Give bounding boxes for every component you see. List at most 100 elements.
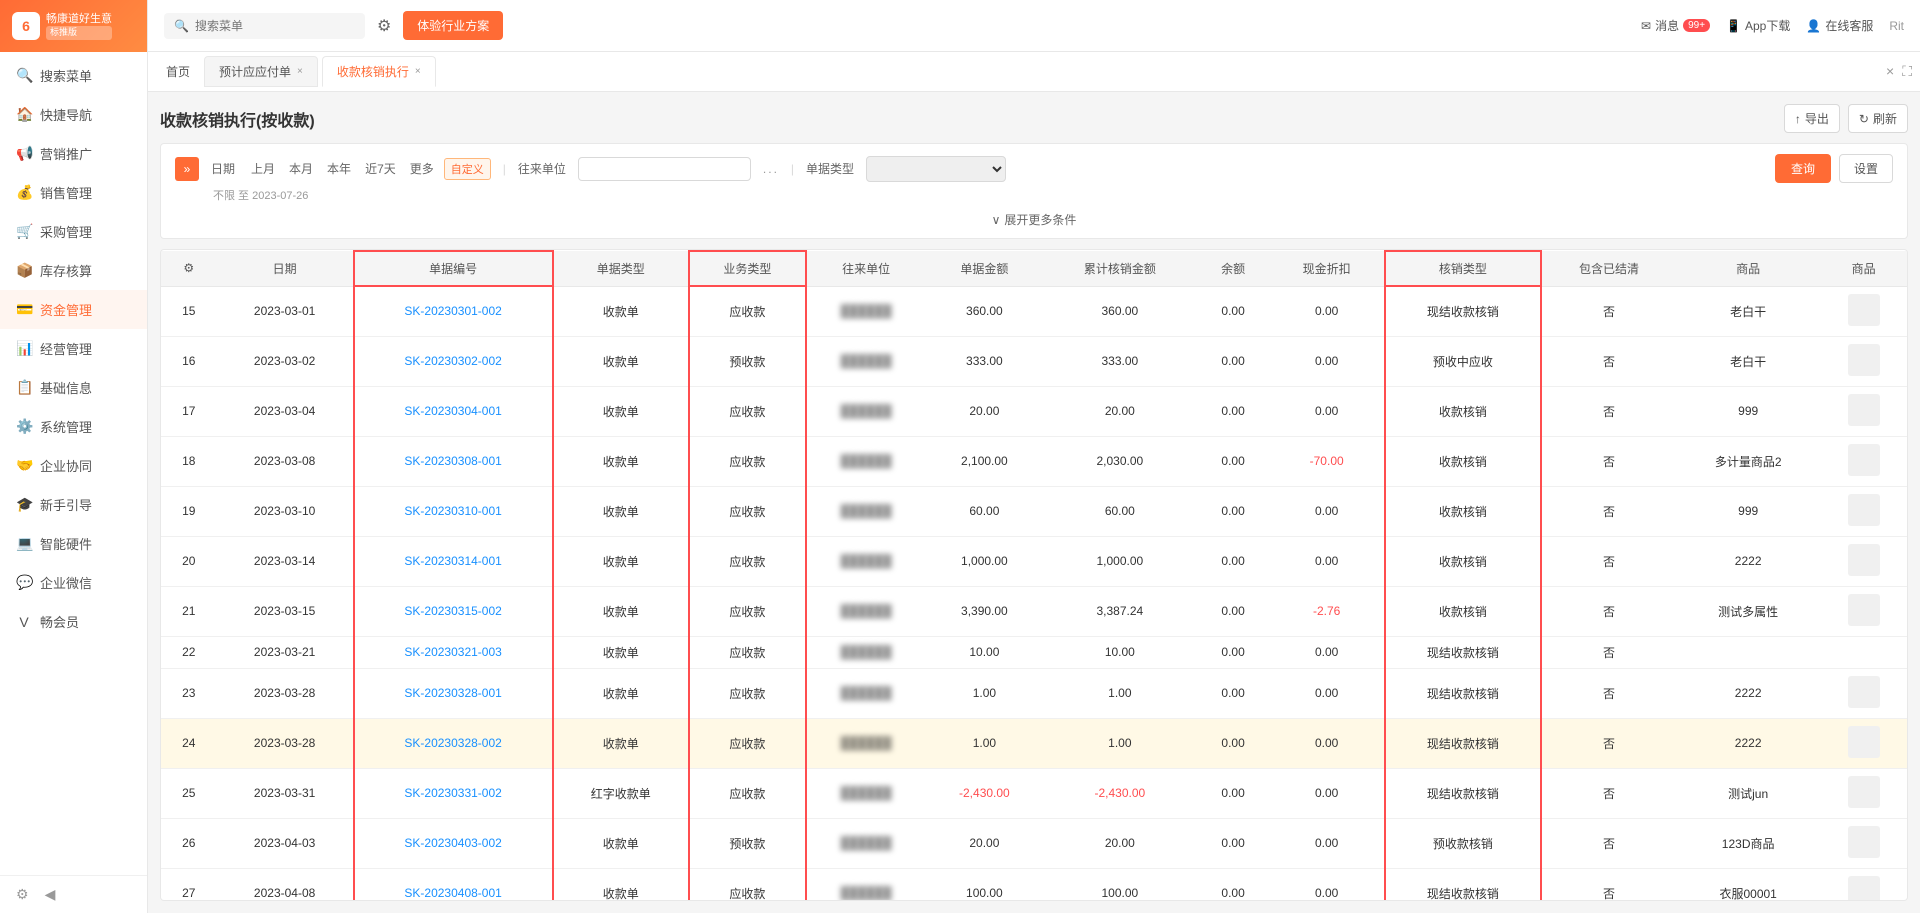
doc-no-link[interactable]: SK-20230321-003 xyxy=(404,645,501,659)
cell-partner: ██████ xyxy=(806,868,926,901)
cell-partner: ██████ xyxy=(806,718,926,768)
date-this-month-btn[interactable]: 本月 xyxy=(285,158,317,179)
date-last-month-btn[interactable]: 上月 xyxy=(247,158,279,179)
voucher-type-select[interactable] xyxy=(866,156,1006,182)
sidebar-item-guide[interactable]: 🎓 新手引导 xyxy=(0,485,147,524)
doc-no-link[interactable]: SK-20230302-002 xyxy=(404,354,501,368)
cell-cash-discount: 0.00 xyxy=(1270,868,1385,901)
doc-no-link[interactable]: SK-20230315-002 xyxy=(404,604,501,618)
cell-written-off: 100.00 xyxy=(1043,868,1196,901)
export-btn[interactable]: ↑ 导出 xyxy=(1784,104,1840,133)
cell-write-off-type: 收款核销 xyxy=(1385,436,1542,486)
cell-write-off-type: 现结收款核销 xyxy=(1385,636,1542,668)
date-more-btn[interactable]: 更多 xyxy=(406,158,438,179)
sidebar-item-wechat[interactable]: 💬 企业微信 xyxy=(0,563,147,602)
date-this-year-btn[interactable]: 本年 xyxy=(323,158,355,179)
cell-product: 123D商品 xyxy=(1676,818,1820,868)
th-written-off: 累计核销金额 xyxy=(1043,251,1196,286)
doc-no-link[interactable]: SK-20230403-002 xyxy=(404,836,501,850)
sidebar-item-member[interactable]: V 畅会员 xyxy=(0,602,147,641)
basic-icon: 📋 xyxy=(16,379,32,396)
search-input[interactable] xyxy=(195,19,355,33)
cell-seq: 26 xyxy=(161,818,217,868)
settings-btn[interactable]: 设置 xyxy=(1839,154,1893,183)
doc-no-link[interactable]: SK-20230304-001 xyxy=(404,404,501,418)
doc-no-link[interactable]: SK-20230331-002 xyxy=(404,786,501,800)
sidebar-item-finance[interactable]: 💳 资金管理 xyxy=(0,290,147,329)
th-biz-type: 业务类型 xyxy=(689,251,806,286)
sidebar-item-search[interactable]: 🔍 搜索菜单 xyxy=(0,56,147,95)
query-btn[interactable]: 查询 xyxy=(1775,154,1831,183)
partner-dots: ... xyxy=(763,162,779,176)
cell-partner: ██████ xyxy=(806,436,926,486)
cell-product: 2222 xyxy=(1676,668,1820,718)
doc-no-link[interactable]: SK-20230314-001 xyxy=(404,554,501,568)
close-all-icon[interactable]: × xyxy=(1886,63,1894,80)
sidebar-bottom: ⚙ ◀ xyxy=(0,875,147,913)
cell-product-img xyxy=(1820,718,1907,768)
cell-write-off-type: 预收款核销 xyxy=(1385,818,1542,868)
cell-amount: 10.00 xyxy=(926,636,1044,668)
settings-bottom-icon[interactable]: ⚙ xyxy=(16,886,29,903)
cell-biz-type: 应收款 xyxy=(689,536,806,586)
cell-product-img xyxy=(1820,486,1907,536)
collapse-icon[interactable]: ◀ xyxy=(45,886,56,903)
sidebar-item-corp[interactable]: 🤝 企业协同 xyxy=(0,446,147,485)
settings-icon[interactable]: ⚙ xyxy=(377,16,391,36)
cell-date: 2023-03-14 xyxy=(217,536,354,586)
tab-collection[interactable]: 收款核销执行 × xyxy=(322,56,436,87)
sidebar-item-sales[interactable]: 💰 销售管理 xyxy=(0,173,147,212)
date-range-display: 不限 至 2023-07-26 xyxy=(213,190,308,202)
industry-btn[interactable]: 体验行业方案 xyxy=(403,11,503,40)
cell-product xyxy=(1676,636,1820,668)
sidebar-item-system[interactable]: ⚙️ 系统管理 xyxy=(0,407,147,446)
app-download-btn[interactable]: 📱 App下载 xyxy=(1726,17,1790,34)
sidebar-item-quicknav[interactable]: 🏠 快捷导航 xyxy=(0,95,147,134)
cell-product: 999 xyxy=(1676,386,1820,436)
cell-product-img xyxy=(1820,386,1907,436)
sidebar-item-operations[interactable]: 📊 经营管理 xyxy=(0,329,147,368)
cell-balance: 0.00 xyxy=(1196,718,1269,768)
doc-no-link[interactable]: SK-20230408-001 xyxy=(404,886,501,900)
sidebar-item-inventory[interactable]: 📦 库存核算 xyxy=(0,251,147,290)
cell-amount: 60.00 xyxy=(926,486,1044,536)
tab-payable-close[interactable]: × xyxy=(297,66,303,77)
cell-incl-settled: 否 xyxy=(1541,636,1676,668)
tab-home[interactable]: 首页 xyxy=(156,57,200,86)
doc-no-link[interactable]: SK-20230328-001 xyxy=(404,686,501,700)
cell-biz-type: 应收款 xyxy=(689,386,806,436)
cell-doc-no: SK-20230331-002 xyxy=(354,768,553,818)
sidebar-item-basic[interactable]: 📋 基础信息 xyxy=(0,368,147,407)
sidebar-item-hardware[interactable]: 💻 智能硬件 xyxy=(0,524,147,563)
service-btn[interactable]: 👤 在线客服 xyxy=(1806,17,1873,34)
date-custom-btn[interactable]: 自定义 xyxy=(444,158,491,180)
date-7days-btn[interactable]: 近7天 xyxy=(361,158,400,179)
messages-btn[interactable]: ✉ 消息 99+ xyxy=(1641,17,1710,34)
expand-more-btn[interactable]: ∨ 展开更多条件 xyxy=(992,211,1077,228)
cell-cash-discount: 0.00 xyxy=(1270,536,1385,586)
doc-no-link[interactable]: SK-20230301-002 xyxy=(404,304,501,318)
doc-no-link[interactable]: SK-20230308-001 xyxy=(404,454,501,468)
tab-collection-close[interactable]: × xyxy=(415,66,421,77)
cell-biz-type: 应收款 xyxy=(689,486,806,536)
table-row: 19 2023-03-10 SK-20230310-001 收款单 应收款 ██… xyxy=(161,486,1907,536)
table-row: 16 2023-03-02 SK-20230302-002 收款单 预收款 ██… xyxy=(161,336,1907,386)
cell-product-img xyxy=(1820,436,1907,486)
sidebar-item-marketing[interactable]: 📢 营销推广 xyxy=(0,134,147,173)
tab-payable[interactable]: 预计应应付单 × xyxy=(204,56,318,87)
cell-write-off-type: 现结收款核销 xyxy=(1385,286,1542,336)
cell-product: 2222 xyxy=(1676,718,1820,768)
cell-doc-no: SK-20230314-001 xyxy=(354,536,553,586)
refresh-btn[interactable]: ↻ 刷新 xyxy=(1848,104,1908,133)
filter-separator: | xyxy=(503,162,506,176)
sidebar-item-purchase[interactable]: 🛒 采购管理 xyxy=(0,212,147,251)
topbar-search[interactable]: 🔍 xyxy=(164,13,365,39)
th-settings[interactable]: ⚙ xyxy=(161,251,217,286)
partner-input[interactable] xyxy=(578,157,751,181)
doc-no-link[interactable]: SK-20230310-001 xyxy=(404,504,501,518)
filter-expand-btn[interactable]: » xyxy=(175,157,199,181)
cell-seq: 16 xyxy=(161,336,217,386)
expand-icon[interactable]: ⛶ xyxy=(1902,63,1912,80)
cell-biz-type: 应收款 xyxy=(689,668,806,718)
doc-no-link[interactable]: SK-20230328-002 xyxy=(404,736,501,750)
